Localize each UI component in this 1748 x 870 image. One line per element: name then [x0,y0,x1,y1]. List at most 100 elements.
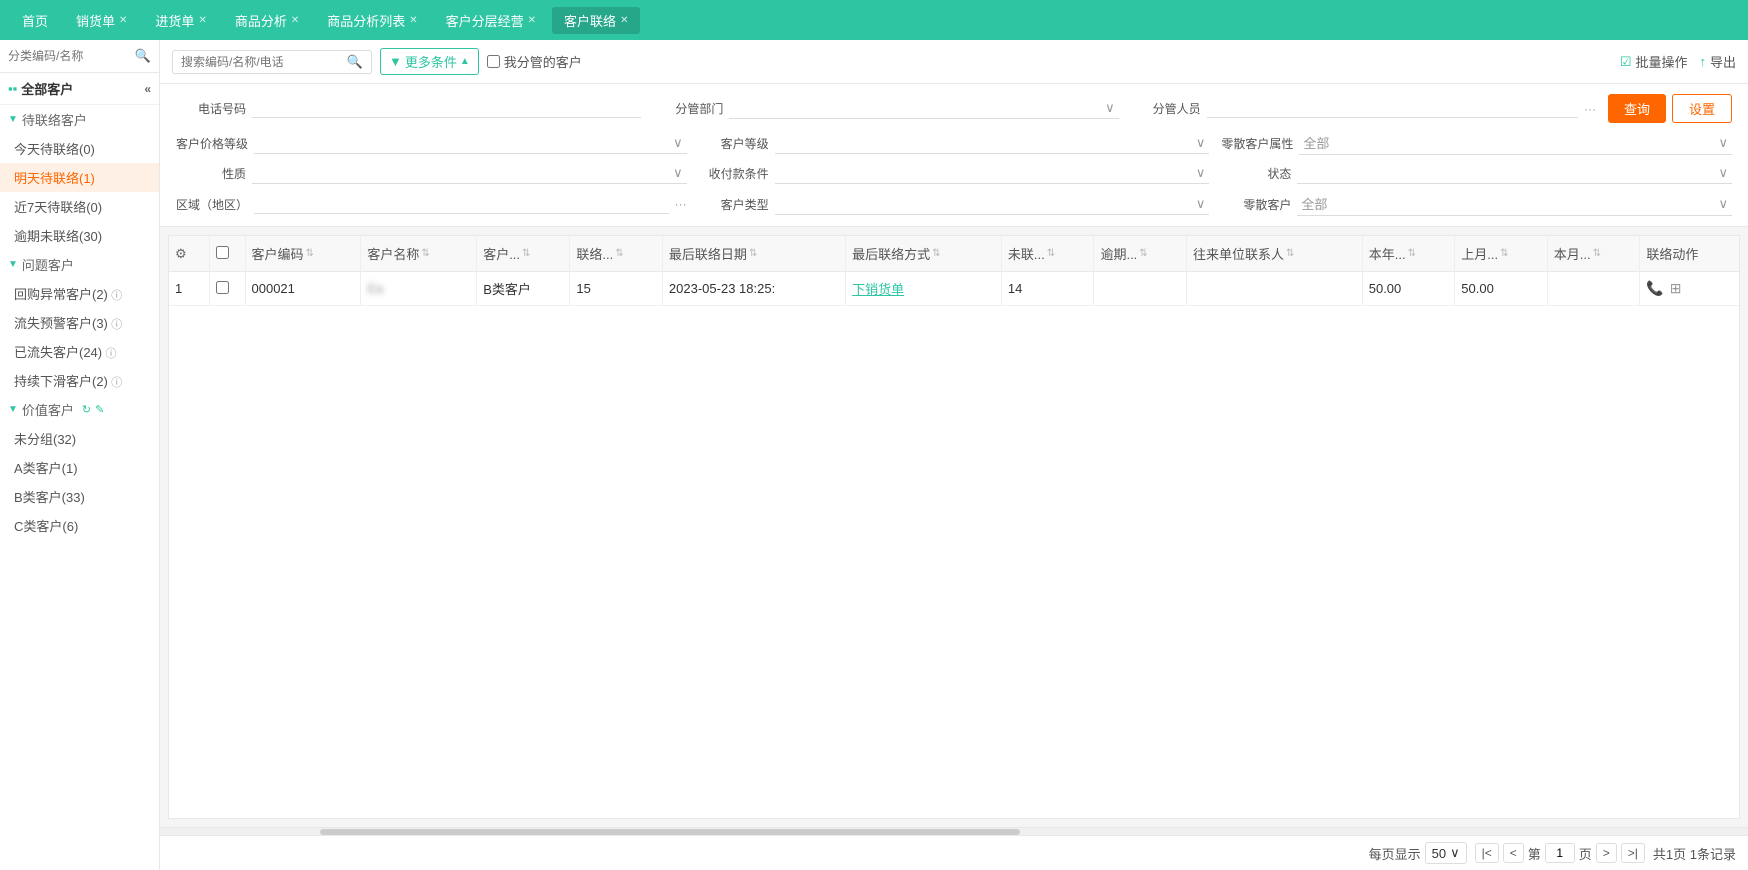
more-filter-button[interactable]: ▼ 更多条件 ▲ [380,48,479,75]
sidebar-item-class-b[interactable]: B类客户(33) [0,482,159,511]
nav-product-analysis[interactable]: 商品分析 ✕ [223,7,311,34]
collapse-icon[interactable]: « [144,82,151,96]
payment-terms-select[interactable]: ∨ [775,163,1210,184]
sidebar-item-overdue-contact[interactable]: 逾期未联络(30) [0,221,159,250]
sidebar-group-value: ▼ 价值客户 ↻ ✎ [0,395,159,424]
person-input[interactable] [1207,99,1578,118]
filter-row-4: 区域（地区） ··· 客户类型 ∨ 零散客户 全部 ∨ [176,192,1732,216]
sidebar-item-tomorrow-contact[interactable]: 明天待联络(1) [0,163,159,192]
customer-price-level-select[interactable]: ∨ [254,133,687,154]
filter-payment-terms: 收付款条件 ∨ [699,163,1210,184]
retail-attr-label: 零散客户属性 [1221,135,1293,152]
cell-last-month: 50.00 [1455,272,1548,306]
cell-code: 000021 [245,272,361,306]
sidebar-item-today-contact[interactable]: 今天待联络(0) [0,134,159,163]
sort-icon: ⇅ [1408,248,1416,259]
sort-icon: ⇅ [932,248,940,259]
sort-icon: ⇅ [1139,248,1147,259]
scrollbar-thumb[interactable] [320,829,1020,835]
row-checkbox[interactable] [216,281,229,294]
filter-panel: 电话号码 分管部门 ∨ 分管人员 ··· 查询 设置 [160,84,1748,227]
page-size-box[interactable]: 50 ∨ [1425,842,1467,864]
horizontal-scrollbar[interactable] [160,827,1748,835]
sidebar-search-input[interactable] [8,49,131,63]
chevron-down-icon: ∨ [1105,100,1115,116]
filter-row-3: 性质 ∨ 收付款条件 ∨ 状态 [176,163,1732,184]
close-icon[interactable]: ✕ [409,15,417,26]
col-contact-count: 联络... ⇅ [570,236,663,272]
col-last-contact-method: 最后联络方式 ⇅ [846,236,1002,272]
nav-customer-contact[interactable]: 客户联络 ✕ [552,7,640,34]
table-row: 1 000021 Ea B类客户 15 2023-05-23 18:25: 下销… [169,272,1739,306]
sidebar-item-declining[interactable]: 持续下滑客户(2) ⓘ [0,366,159,395]
customer-level-select[interactable]: ∨ [775,133,1210,154]
chevron-down-icon: ∨ [673,135,683,151]
chevron-down-icon: ∨ [1196,196,1206,212]
grid-action-icon[interactable]: ⊞ [1670,280,1682,297]
nav-home[interactable]: 首页 [10,7,60,34]
nav-product-analysis-list[interactable]: 商品分析列表 ✕ [315,7,429,34]
col-unit-contact: 往来单位联系人 ⇅ [1186,236,1362,272]
batch-op-button[interactable]: ☑ 批量操作 [1620,52,1688,71]
export-button[interactable]: ↑ 导出 [1699,52,1736,71]
sidebar-item-class-a[interactable]: A类客户(1) [0,453,159,482]
last-page-button[interactable]: >| [1621,843,1645,863]
close-icon[interactable]: ✕ [119,15,127,26]
next-page-button[interactable]: > [1596,843,1617,863]
region-label: 区域（地区） [176,196,248,213]
my-customers-checkbox-label[interactable]: 我分管的客户 [487,52,582,71]
select-all-checkbox[interactable] [216,246,229,259]
chevron-down-icon: ∨ [673,165,683,181]
sidebar-item-class-c[interactable]: C类客户(6) [0,511,159,540]
retail-attr-select[interactable]: 全部 ∨ [1299,131,1732,155]
search-wrap: 🔍 [172,50,372,74]
sidebar-item-week-contact[interactable]: 近7天待联络(0) [0,192,159,221]
col-category: 客户... ⇅ [477,236,570,272]
close-icon[interactable]: ✕ [528,15,536,26]
phone-action-icon[interactable]: 📞 [1646,280,1663,297]
customer-type-select[interactable]: ∨ [775,194,1210,215]
set-button[interactable]: 设置 [1672,94,1732,123]
filter-row-1: 电话号码 分管部门 ∨ 分管人员 ··· 查询 设置 [176,94,1732,123]
search-icon[interactable]: 🔍 [135,48,151,64]
retail-customer-select[interactable]: 全部 ∨ [1297,192,1732,216]
my-customers-checkbox[interactable] [487,55,500,68]
cell-last-contact-method: 下销货单 [846,272,1002,306]
sidebar-all-customers[interactable]: ▪▪ 全部客户 « [0,73,159,105]
sidebar-item-churned[interactable]: 已流失客户(24) ⓘ [0,337,159,366]
dept-select[interactable]: ∨ [729,98,1118,119]
person-more-btn[interactable]: ··· [1584,102,1596,116]
col-gear[interactable]: ⚙ [169,236,209,272]
nav-customer-segmentation[interactable]: 客户分层经营 ✕ [434,7,548,34]
sidebar-item-repurchase-abnormal[interactable]: 回购异常客户(2) ⓘ [0,279,159,308]
first-page-button[interactable]: |< [1475,843,1499,863]
query-button[interactable]: 查询 [1608,94,1666,123]
filter-dept: 分管部门 ∨ [653,98,1118,119]
col-last-month: 上月... ⇅ [1455,236,1548,272]
cell-action: 📞 ⊞ [1640,272,1739,306]
nav-sales[interactable]: 销货单 ✕ [64,7,139,34]
region-more-btn[interactable]: ··· [675,197,687,211]
main-layout: 🔍 ▪▪ 全部客户 « ▼ 待联络客户 今天待联络(0) 明天待联络(1) 近7… [0,40,1748,870]
nav-purchase[interactable]: 进货单 ✕ [143,7,218,34]
last-contact-method-link[interactable]: 下销货单 [852,282,904,297]
page-number-input[interactable] [1545,843,1575,863]
col-name: 客户名称 ⇅ [361,236,477,272]
action-icons: 📞 ⊞ [1646,280,1733,297]
close-icon[interactable]: ✕ [291,15,299,26]
gear-icon[interactable]: ⚙ [175,246,187,261]
close-icon[interactable]: ✕ [620,15,628,26]
search-icon[interactable]: 🔍 [347,54,363,70]
sidebar-group-pending: ▼ 待联络客户 [0,105,159,134]
sidebar-item-churn-warning[interactable]: 流失预警客户(3) ⓘ [0,308,159,337]
gender-select[interactable]: ∨ [252,163,687,184]
region-input[interactable] [254,195,669,214]
search-input[interactable] [181,55,343,69]
col-checkbox [209,236,245,272]
prev-page-button[interactable]: < [1503,843,1524,863]
phone-input[interactable] [252,99,641,118]
status-select[interactable]: ∨ [1297,163,1732,184]
sidebar-item-ungrouped[interactable]: 未分组(32) [0,424,159,453]
close-icon[interactable]: ✕ [198,15,206,26]
retail-customer-label: 零散客户 [1221,196,1291,213]
